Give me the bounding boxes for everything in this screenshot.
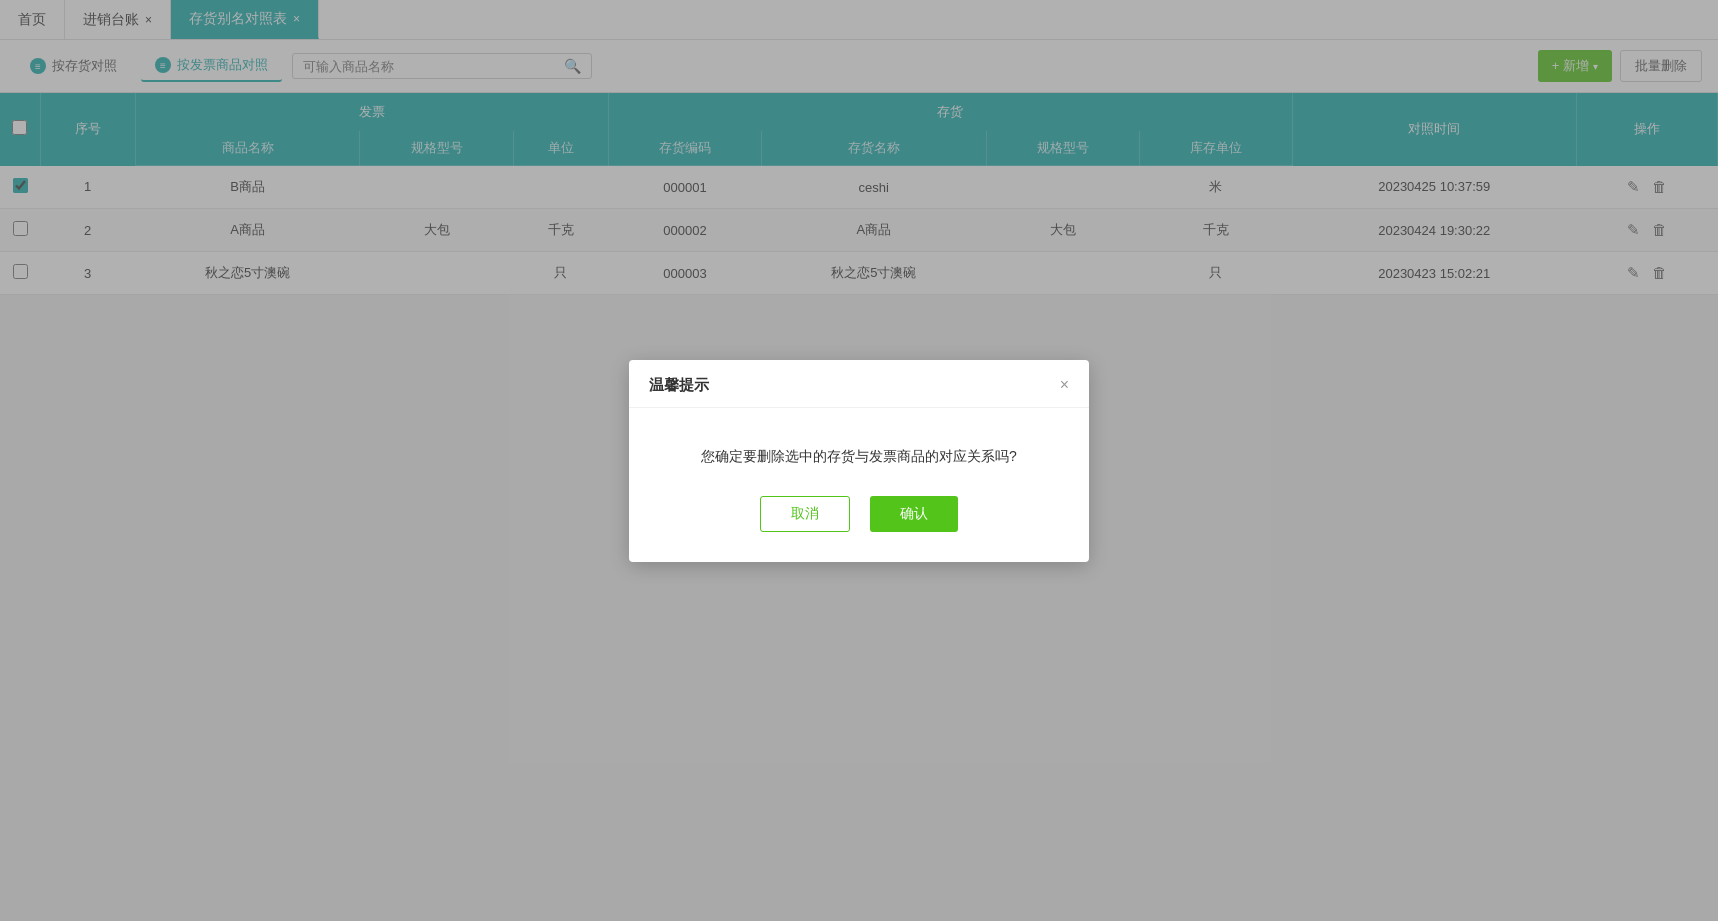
modal-overlay: 温馨提示 × 您确定要删除选中的存货与发票商品的对应关系吗? 取消 确认 — [0, 0, 1718, 295]
